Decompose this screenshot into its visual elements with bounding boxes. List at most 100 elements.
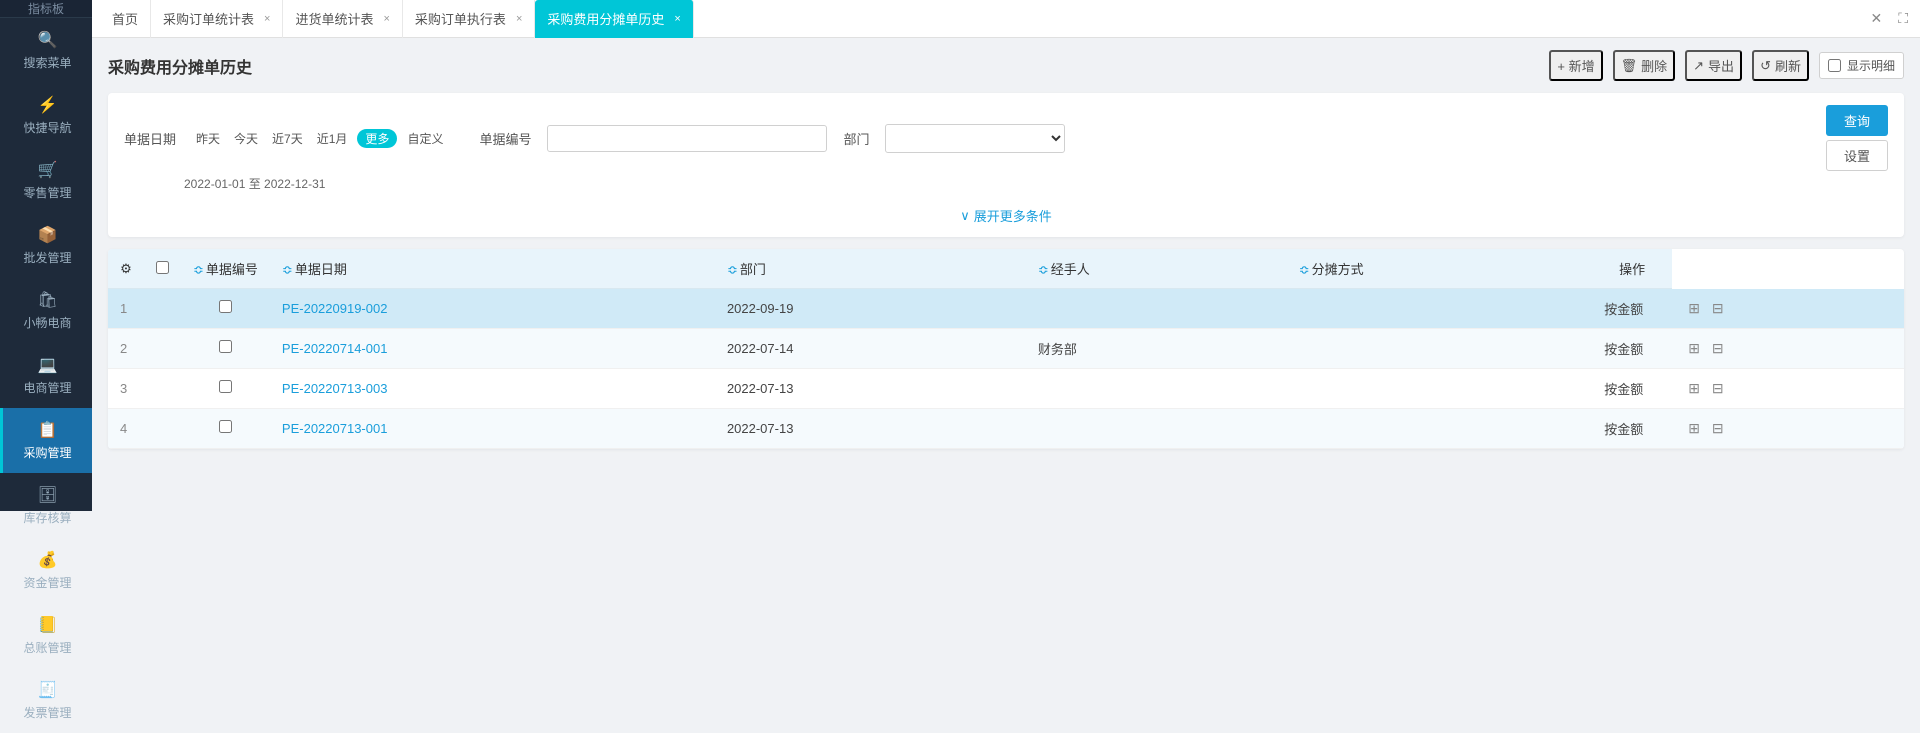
sidebar-item-purchase[interactable]: 📋采购管理 [0,408,92,473]
refresh-icon: ↺ [1760,58,1771,74]
row-check-2[interactable] [219,340,232,353]
expand-more-btn[interactable]: ∨ 展开更多条件 [960,206,1052,225]
page-header: 采购费用分摊单历史 + 新增 🗑 删除 ↗ 导出 ↺ 刷新 显示明细 [108,50,1904,81]
sidebar-item-ecom[interactable]: 💻电商管理 [0,343,92,408]
row-num-3: 3 [108,368,144,408]
sidebar-item-retail[interactable]: 🛒零售管理 [0,148,92,213]
query-button[interactable]: 查询 [1826,105,1888,136]
edit-btn-1[interactable]: ⊞ [1684,298,1704,319]
display-detail-button[interactable]: 显示明细 [1819,52,1904,79]
tab-purchase-order-stats[interactable]: 采购订单统计表× [151,0,283,38]
date-btn-更多[interactable]: 更多 [357,129,397,148]
doc-link-2[interactable]: PE-20220714-001 [282,341,388,356]
col-dept[interactable]: ≎部门 [715,249,1026,289]
more-btn-1[interactable]: ⊟ [1708,298,1728,319]
sidebar-item-inventory[interactable]: 🗄库存核算 [0,473,92,538]
ledger-icon: 📒 [38,615,58,635]
sidebar-item-ecom-small[interactable]: 🛍 小畅电商 [0,278,92,343]
more-btn-2[interactable]: ⊟ [1708,338,1728,359]
row-doc-date-3: 2022-07-13 [715,368,1026,408]
export-button[interactable]: ↗ 导出 [1685,50,1742,81]
expand-window-button[interactable]: ⛶ [1894,8,1912,29]
export-icon: ↗ [1693,58,1704,74]
doc-link-3[interactable]: PE-20220713-003 [282,381,388,396]
sidebar-item-quicknav[interactable]: ⚡快捷导航 [0,83,92,148]
row-checkbox-3[interactable] [181,368,270,408]
sidebar-logo: 指标板 [0,0,92,18]
edit-btn-2[interactable]: ⊞ [1684,338,1704,359]
row-dept-3 [1026,368,1287,408]
row-doc-no-3: PE-20220713-003 [270,368,715,408]
col-split-method[interactable]: ≎分摊方式 [1287,249,1593,289]
chevron-down-icon: ∨ [960,208,970,224]
sidebar-label-ecom-small: 小畅电商 [23,314,71,331]
doc-no-input[interactable] [547,125,827,152]
filter-row: 单据日期 昨天今天近7天近1月更多自定义 单据编号 部门 查询 设置 [124,105,1888,171]
more-btn-4[interactable]: ⊟ [1708,418,1728,439]
sidebar-item-ledger[interactable]: 📒总账管理 [0,603,92,668]
settings-button[interactable]: 设置 [1826,140,1888,171]
sidebar-item-invoice[interactable]: 🧾发票管理 [0,668,92,733]
row-checkbox-2[interactable] [181,328,270,368]
doc-link-4[interactable]: PE-20220713-001 [282,421,388,436]
row-settings-3 [144,368,181,408]
tab-purchase-cost-split[interactable]: 采购费用分摊单历史 × [535,0,693,38]
sidebar-label-purchase: 采购管理 [23,444,71,461]
tab-home[interactable]: 首页 [100,0,151,38]
display-checkbox[interactable] [1828,59,1841,72]
tab-purchase-order-exec[interactable]: 采购订单执行表× [403,0,535,38]
dept-select[interactable] [885,124,1065,153]
col-handler[interactable]: ≎经手人 [1026,249,1287,289]
table-container: ⚙ ≎单据编号 ≎单据日期 ≎部门 ≎经手人 ≎分摊方式 操作 1 [108,249,1904,449]
filter-actions: 查询 设置 [1826,105,1888,171]
tab-label-purchase-cost-split: 采购费用分摊单历史 [547,9,664,28]
date-btn-自定义[interactable]: 自定义 [403,129,447,148]
row-ops-1: ⊞ ⊟ [1672,289,1904,329]
date-btn-昨天[interactable]: 昨天 [192,129,224,148]
row-doc-no-2: PE-20220714-001 [270,328,715,368]
sidebar-label-retail: 零售管理 [23,184,71,201]
wholesale-icon: 📦 [38,225,58,245]
date-btn-今天[interactable]: 今天 [230,129,262,148]
row-check-4[interactable] [219,420,232,433]
row-split-method-3: 按金额 [1592,368,1672,408]
tab-label-home: 首页 [112,9,138,28]
row-check-3[interactable] [219,380,232,393]
sidebar-item-finance[interactable]: 💰资金管理 [0,538,92,603]
add-button[interactable]: + 新增 [1549,50,1602,81]
sidebar-item-wholesale[interactable]: 📦 批发管理 [0,213,92,278]
date-btn-近7天[interactable]: 近7天 [268,129,307,148]
ecom-small-icon: 🛍 [37,290,57,310]
col-doc-no[interactable]: ≎单据编号 [181,249,270,289]
more-btn-3[interactable]: ⊟ [1708,378,1728,399]
date-btn-近1月[interactable]: 近1月 [313,129,352,148]
tab-close-purchase-order-exec[interactable]: × [516,13,522,25]
refresh-button[interactable]: ↺ 刷新 [1752,50,1809,81]
delete-button[interactable]: 🗑 删除 [1613,50,1676,81]
edit-btn-3[interactable]: ⊞ [1684,378,1704,399]
tab-controls: ✕ ⛶ [1866,8,1912,29]
row-handler-4 [1287,408,1593,448]
row-dept-1 [1026,289,1287,329]
sidebar-label-wholesale: 批发管理 [23,249,71,266]
edit-btn-4[interactable]: ⊞ [1684,418,1704,439]
tab-close-purchase-order-stats[interactable]: × [264,13,270,25]
col-settings[interactable]: ⚙ [108,249,144,289]
filter-dates: 昨天今天近7天近1月更多自定义 [192,129,447,148]
tab-goods-receipt-stats[interactable]: 进货单统计表× [283,0,402,38]
tab-close-purchase-cost-split[interactable]: × [674,13,680,25]
col-doc-date[interactable]: ≎单据日期 [270,249,715,289]
sidebar-item-search[interactable]: 🔍搜索菜单 [0,18,92,83]
page-title: 采购费用分摊单历史 [108,54,252,78]
sidebar-label-finance: 资金管理 [23,574,71,591]
doc-link-1[interactable]: PE-20220919-002 [282,301,388,316]
row-checkbox-4[interactable] [181,408,270,448]
select-all-checkbox[interactable] [156,261,169,274]
row-doc-no-4: PE-20220713-001 [270,408,715,448]
close-window-button[interactable]: ✕ [1866,8,1886,29]
tab-close-goods-receipt-stats[interactable]: × [383,13,389,25]
sidebar-label-invoice: 发票管理 [23,704,71,721]
table-row: 3 PE-20220713-003 2022-07-13 按金额 ⊞ ⊟ [108,368,1904,408]
row-check-1[interactable] [219,300,232,313]
row-checkbox-1[interactable] [181,289,270,329]
